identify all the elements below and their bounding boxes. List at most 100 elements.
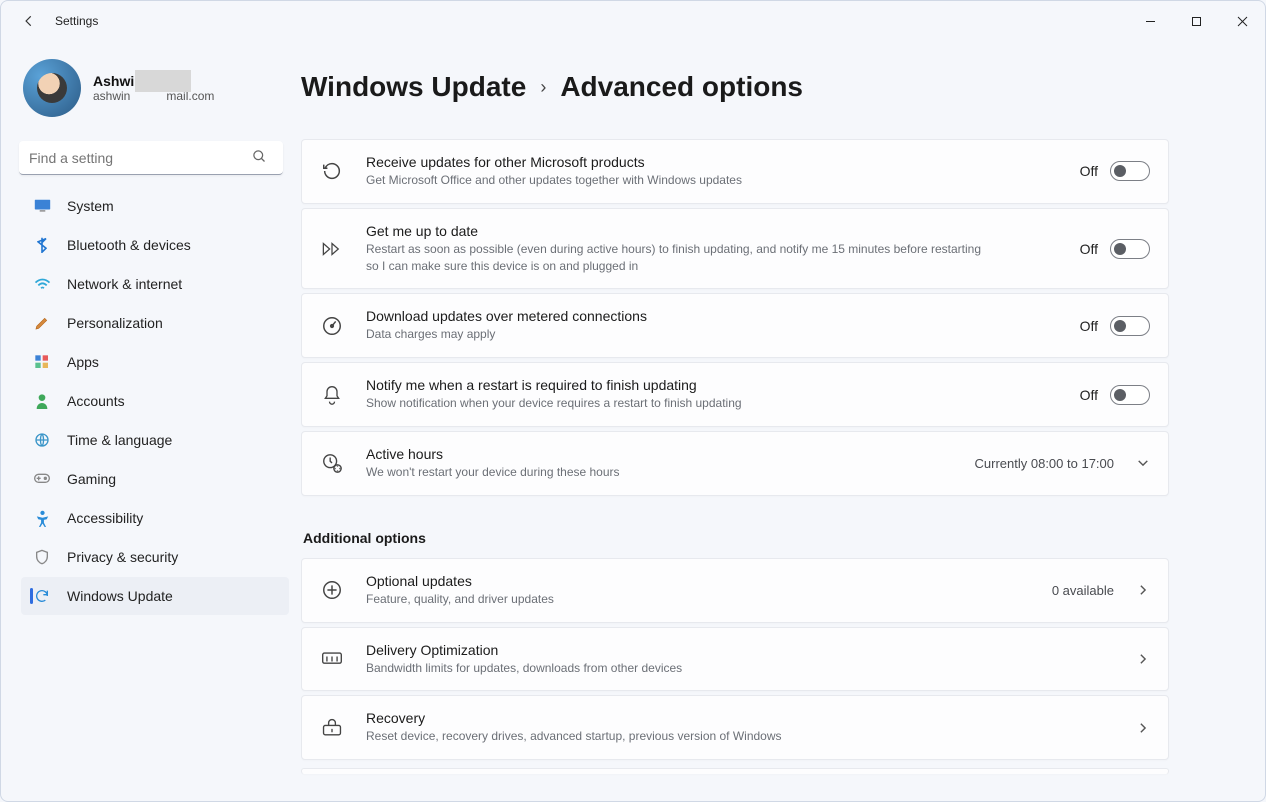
option-receive-other-products[interactable]: Receive updates for other Microsoft prod… — [301, 139, 1169, 204]
option-active-hours[interactable]: Active hours We won't restart your devic… — [301, 431, 1169, 496]
search-box — [19, 141, 287, 175]
option-title: Receive updates for other Microsoft prod… — [366, 154, 1058, 170]
gauge-icon — [320, 314, 344, 338]
toggle-state: Off — [1080, 241, 1098, 257]
minimize-button[interactable] — [1127, 1, 1173, 41]
fast-forward-icon — [320, 237, 344, 261]
window-controls — [1127, 1, 1265, 41]
close-button[interactable] — [1219, 1, 1265, 41]
sidebar-item-bluetooth[interactable]: Bluetooth & devices — [21, 226, 289, 264]
sidebar-item-accounts[interactable]: Accounts — [21, 382, 289, 420]
chevron-down-icon[interactable] — [1136, 459, 1150, 467]
sidebar-item-accessibility[interactable]: Accessibility — [21, 499, 289, 537]
sidebar-item-label: Personalization — [67, 315, 163, 331]
option-desc: Reset device, recovery drives, advanced … — [366, 728, 986, 745]
card-peek — [301, 768, 1169, 774]
page-title: Advanced options — [560, 71, 803, 103]
gamepad-icon — [33, 470, 51, 488]
sidebar: Ashwi ashwinxxxxxxmail.com System Blueto… — [1, 41, 301, 801]
bluetooth-icon — [33, 236, 51, 254]
chevron-right-icon[interactable] — [1136, 653, 1150, 665]
sidebar-item-label: Accounts — [67, 393, 125, 409]
wifi-icon — [33, 275, 51, 293]
option-meta: 0 available — [1052, 583, 1114, 598]
accessibility-icon — [33, 509, 51, 527]
sidebar-item-label: Privacy & security — [67, 549, 178, 565]
option-desc: Get Microsoft Office and other updates t… — [366, 172, 986, 189]
maximize-button[interactable] — [1173, 1, 1219, 41]
toggle-switch[interactable] — [1110, 239, 1150, 259]
sidebar-item-network[interactable]: Network & internet — [21, 265, 289, 303]
option-desc: Feature, quality, and driver updates — [366, 591, 986, 608]
option-title: Recovery — [366, 710, 1114, 726]
update-icon — [33, 587, 51, 605]
option-desc: Restart as soon as possible (even during… — [366, 241, 986, 275]
chevron-right-icon[interactable] — [1136, 584, 1150, 596]
recovery-icon — [320, 716, 344, 740]
sidebar-item-privacy[interactable]: Privacy & security — [21, 538, 289, 576]
titlebar: Settings — [1, 1, 1265, 41]
sidebar-item-label: Time & language — [67, 432, 172, 448]
toggle-state: Off — [1080, 318, 1098, 334]
shield-icon — [33, 548, 51, 566]
option-get-me-up-to-date[interactable]: Get me up to date Restart as soon as pos… — [301, 208, 1169, 290]
window-title: Settings — [55, 14, 98, 28]
search-input[interactable] — [19, 141, 283, 175]
sidebar-item-gaming[interactable]: Gaming — [21, 460, 289, 498]
avatar — [23, 59, 81, 117]
toggle-state: Off — [1080, 387, 1098, 403]
sidebar-item-label: Windows Update — [67, 588, 173, 604]
option-optional-updates[interactable]: Optional updates Feature, quality, and d… — [301, 558, 1169, 623]
search-icon — [252, 149, 267, 169]
chevron-right-icon[interactable] — [1136, 722, 1150, 734]
toggle-switch[interactable] — [1110, 316, 1150, 336]
breadcrumb: Windows Update › Advanced options — [301, 71, 1239, 103]
option-notify-restart[interactable]: Notify me when a restart is required to … — [301, 362, 1169, 427]
option-title: Download updates over metered connection… — [366, 308, 1058, 324]
sidebar-item-label: Gaming — [67, 471, 116, 487]
sidebar-item-personalization[interactable]: Personalization — [21, 304, 289, 342]
toggle-switch[interactable] — [1110, 385, 1150, 405]
main-content: Windows Update › Advanced options Receiv… — [301, 41, 1265, 801]
option-title: Optional updates — [366, 573, 1030, 589]
option-delivery-optimization[interactable]: Delivery Optimization Bandwidth limits f… — [301, 627, 1169, 692]
option-title: Get me up to date — [366, 223, 1058, 239]
redacted-overlay — [135, 70, 191, 92]
bell-icon — [320, 383, 344, 407]
option-desc: Bandwidth limits for updates, downloads … — [366, 660, 986, 677]
back-button[interactable] — [21, 13, 37, 29]
sidebar-item-apps[interactable]: Apps — [21, 343, 289, 381]
sidebar-item-label: Bluetooth & devices — [67, 237, 191, 253]
sidebar-item-system[interactable]: System — [21, 187, 289, 225]
sidebar-item-label: Accessibility — [67, 510, 143, 526]
apps-icon — [33, 353, 51, 371]
option-title: Active hours — [366, 446, 953, 462]
delivery-icon — [320, 647, 344, 671]
clock-gear-icon — [320, 451, 344, 475]
option-title: Delivery Optimization — [366, 642, 1114, 658]
profile-block[interactable]: Ashwi ashwinxxxxxxmail.com — [17, 59, 293, 117]
toggle-switch[interactable] — [1110, 161, 1150, 181]
sidebar-item-label: System — [67, 198, 114, 214]
option-desc: We won't restart your device during thes… — [366, 464, 953, 481]
nav-list: System Bluetooth & devices Network & int… — [17, 187, 293, 615]
additional-options-header: Additional options — [303, 530, 1169, 546]
sidebar-item-label: Network & internet — [67, 276, 182, 292]
toggle-state: Off — [1080, 163, 1098, 179]
person-icon — [33, 392, 51, 410]
breadcrumb-parent[interactable]: Windows Update — [301, 71, 526, 103]
option-desc: Show notification when your device requi… — [366, 395, 986, 412]
brush-icon — [33, 314, 51, 332]
option-meta: Currently 08:00 to 17:00 — [975, 456, 1114, 471]
option-desc: Data charges may apply — [366, 326, 986, 343]
chevron-right-icon: › — [540, 77, 546, 98]
plus-circle-icon — [320, 578, 344, 602]
option-metered-connections[interactable]: Download updates over metered connection… — [301, 293, 1169, 358]
sidebar-item-time-language[interactable]: Time & language — [21, 421, 289, 459]
sidebar-item-label: Apps — [67, 354, 99, 370]
option-title: Notify me when a restart is required to … — [366, 377, 1058, 393]
history-icon — [320, 159, 344, 183]
globe-icon — [33, 431, 51, 449]
sidebar-item-windows-update[interactable]: Windows Update — [21, 577, 289, 615]
option-recovery[interactable]: Recovery Reset device, recovery drives, … — [301, 695, 1169, 760]
